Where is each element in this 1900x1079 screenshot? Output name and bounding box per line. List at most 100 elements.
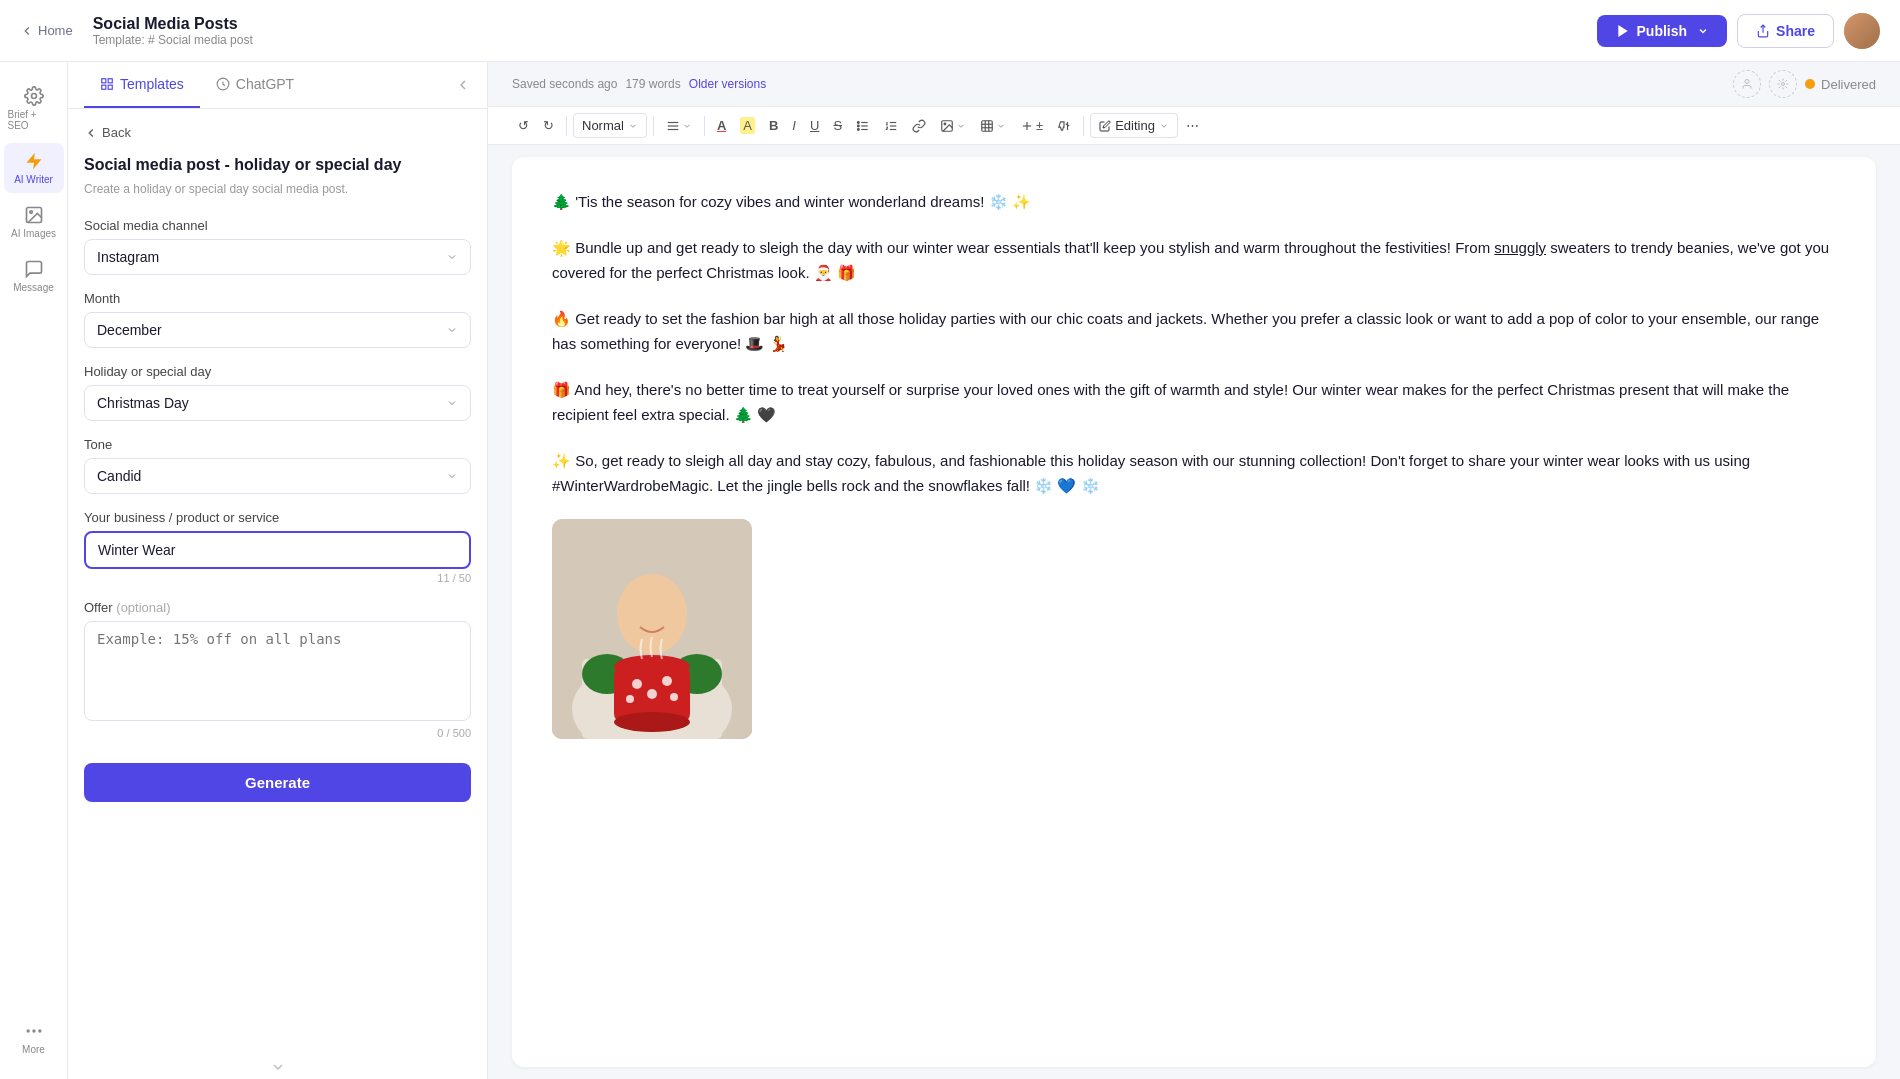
editor-paragraph-1: 🌲 'Tis the season for cozy vibes and win… — [552, 189, 1836, 215]
field-tone-label: Tone — [84, 437, 471, 452]
share-button[interactable]: Share — [1737, 14, 1834, 48]
text-style-select[interactable]: Normal — [573, 113, 647, 138]
strikethrough-button[interactable]: S — [827, 114, 848, 137]
svg-point-51 — [662, 676, 672, 686]
business-input[interactable] — [84, 531, 471, 569]
panel: Templates ChatGPT Back Social media post… — [68, 62, 488, 1079]
person-icon — [1741, 78, 1753, 90]
publish-play-icon — [1615, 23, 1631, 39]
editing-label: Editing — [1115, 118, 1155, 133]
font-color-button[interactable]: A — [711, 114, 732, 137]
link-button[interactable] — [906, 115, 932, 137]
sidebar-label-ai-writer: AI Writer — [14, 174, 53, 185]
italic-button[interactable]: I — [786, 114, 802, 137]
tab-templates-label: Templates — [120, 76, 184, 92]
editor-toolbar: ↺ ↻ Normal A A B I U S — [488, 106, 1900, 145]
tab-templates[interactable]: Templates — [84, 62, 200, 108]
sidebar-item-message[interactable]: Message — [4, 251, 64, 301]
svg-point-5 — [29, 211, 31, 214]
status-dot — [1805, 79, 1815, 89]
underline-button[interactable]: U — [804, 114, 825, 137]
back-chevron-icon — [84, 126, 98, 140]
align-icon — [666, 119, 680, 133]
paragraph-3-text: 🔥 Get ready to set the fashion bar high … — [552, 310, 1819, 353]
svg-point-2 — [31, 94, 36, 99]
bold-button[interactable]: B — [763, 114, 784, 137]
svg-point-52 — [626, 695, 634, 703]
toolbar-divider-1 — [566, 116, 567, 136]
more-options-button[interactable]: ⋯ — [1180, 114, 1205, 137]
older-versions-link[interactable]: Older versions — [689, 77, 766, 91]
home-link[interactable]: Home — [20, 23, 73, 38]
more-dots-icon — [24, 1021, 44, 1041]
avatar-image — [1844, 13, 1880, 49]
toolbar-divider-2 — [653, 116, 654, 136]
share-icon — [1756, 24, 1770, 38]
word-count: 179 words — [625, 77, 680, 91]
form-description: Create a holiday or special day social m… — [84, 180, 471, 198]
top-nav: Home Social Media Posts Template: # Soci… — [0, 0, 1900, 62]
svg-rect-12 — [108, 85, 112, 89]
social-channel-select[interactable]: Instagram Facebook Twitter LinkedIn — [84, 239, 471, 275]
image-insert-button[interactable] — [934, 115, 972, 137]
share-label: Share — [1776, 23, 1815, 39]
svg-point-49 — [632, 679, 642, 689]
svg-point-14 — [1745, 80, 1749, 84]
generate-button[interactable]: Generate — [84, 763, 471, 802]
nav-actions: Publish Share — [1597, 13, 1880, 49]
svg-rect-30 — [982, 120, 993, 131]
paragraph-5-text: ✨ So, get ready to sleigh all day and st… — [552, 452, 1750, 495]
publish-chevron-icon — [1697, 25, 1709, 37]
christmas-cup-image — [552, 519, 752, 739]
back-button[interactable]: Back — [84, 125, 471, 140]
status-label: Delivered — [1821, 77, 1876, 92]
offer-optional: (optional) — [116, 600, 170, 615]
svg-rect-9 — [102, 79, 106, 83]
tab-chatgpt[interactable]: ChatGPT — [200, 62, 310, 108]
undo-button[interactable]: ↺ — [512, 114, 535, 137]
gear-icon — [24, 86, 44, 106]
editor-content[interactable]: 🌲 'Tis the season for cozy vibes and win… — [512, 157, 1876, 1067]
sidebar-item-more[interactable]: More — [4, 1013, 64, 1063]
publish-button[interactable]: Publish — [1597, 15, 1728, 47]
sidebar-label-more: More — [22, 1044, 45, 1055]
offer-textarea[interactable] — [84, 621, 471, 721]
month-select[interactable]: JanuaryFebruaryMarchAprilMayJuneJulyAugu… — [84, 312, 471, 348]
field-offer-label: Offer (optional) — [84, 600, 471, 615]
offer-char-count: 0 / 500 — [84, 727, 471, 739]
editor-paragraph-2: 🌟 Bundle up and get ready to sleigh the … — [552, 235, 1836, 286]
paragraph-1-text: 🌲 'Tis the season for cozy vibes and win… — [552, 193, 1031, 210]
form-title: Social media post - holiday or special d… — [84, 156, 471, 174]
style-chevron-icon — [628, 121, 638, 131]
saved-label: Saved seconds ago — [512, 77, 617, 91]
panel-collapse-button[interactable] — [455, 62, 471, 108]
sidebar-label-brief-seo: Brief + SEO — [8, 109, 60, 131]
field-month-label: Month — [84, 291, 471, 306]
insert-image-icon — [940, 119, 954, 133]
editing-mode-select[interactable]: Editing — [1090, 113, 1178, 138]
toolbar-divider-4 — [1083, 116, 1084, 136]
clear-format-button[interactable] — [1051, 115, 1077, 137]
bullet-list-button[interactable] — [850, 115, 876, 137]
redo-button[interactable]: ↻ — [537, 114, 560, 137]
sidebar-item-ai-images[interactable]: AI Images — [4, 197, 64, 247]
svg-point-48 — [614, 712, 690, 732]
special-chars-button[interactable]: ± — [1014, 114, 1049, 137]
chat-icon — [24, 259, 44, 279]
content-image — [552, 519, 752, 739]
field-tone: Tone Candid Formal Casual Humorous Inspi… — [84, 437, 471, 494]
sidebar-item-brief-seo[interactable]: Brief + SEO — [4, 78, 64, 139]
settings-button[interactable] — [1769, 70, 1797, 98]
align-button[interactable] — [660, 115, 698, 137]
bolt-icon — [24, 151, 44, 171]
field-holiday-label: Holiday or special day — [84, 364, 471, 379]
numbered-list-button[interactable] — [878, 115, 904, 137]
svg-rect-11 — [102, 85, 106, 89]
holiday-select[interactable]: Christmas Day New Year's Day Thanksgivin… — [84, 385, 471, 421]
sidebar-item-ai-writer[interactable]: AI Writer — [4, 143, 64, 193]
svg-point-24 — [858, 128, 860, 130]
table-button[interactable] — [974, 115, 1012, 137]
tone-select[interactable]: Candid Formal Casual Humorous Inspiratio… — [84, 458, 471, 494]
toolbar-divider-3 — [704, 116, 705, 136]
highlight-button[interactable]: A — [734, 113, 761, 138]
